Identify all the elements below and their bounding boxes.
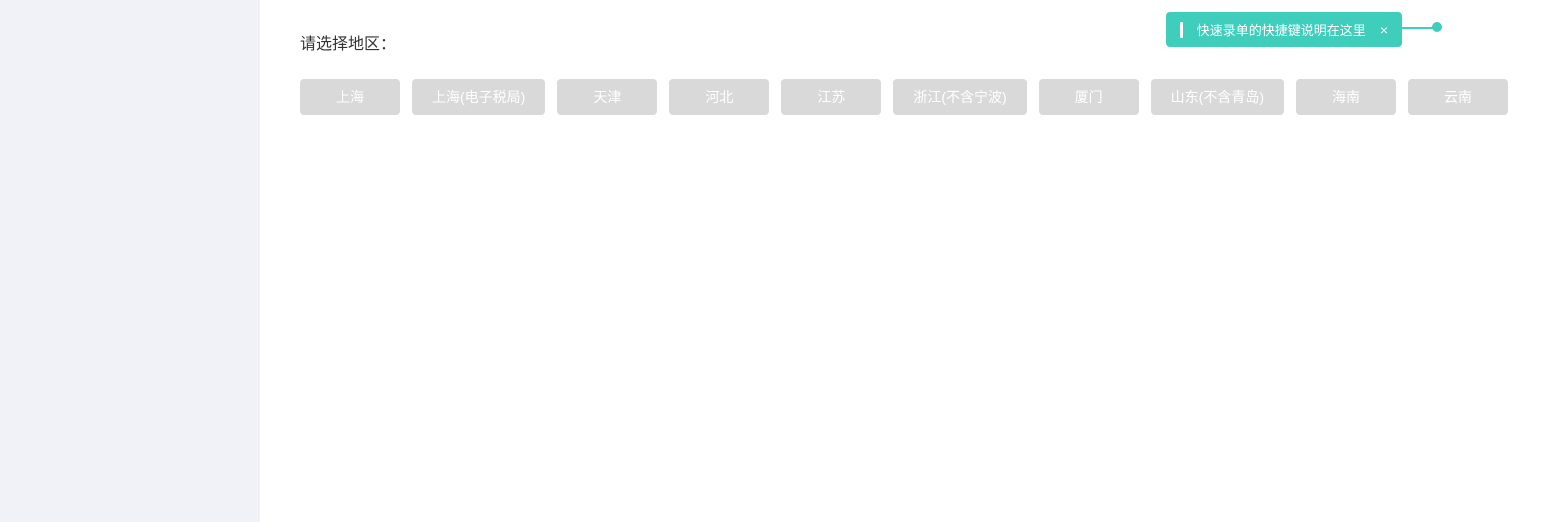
main-content: 请选择地区： 上海上海(电子税局)天津河北江苏浙江(不含宁波)厦门山东(不含青岛… xyxy=(260,0,1562,522)
region-button-hainan[interactable]: 海南 xyxy=(1296,79,1396,115)
region-button-shanghai-etax[interactable]: 上海(电子税局) xyxy=(412,79,545,115)
region-button-hebei[interactable]: 河北 xyxy=(669,79,769,115)
tooltip-connector-dot xyxy=(1432,22,1442,32)
tooltip-bar: 快速录单的快捷键说明在这里 × xyxy=(1166,12,1402,47)
tooltip-close-button[interactable]: × xyxy=(1380,22,1388,38)
tooltip-text: 快速录单的快捷键说明在这里 xyxy=(1197,20,1366,39)
region-button-zhejiang[interactable]: 浙江(不含宁波) xyxy=(893,79,1026,115)
region-button-shanghai[interactable]: 上海 xyxy=(300,79,400,115)
sidebar xyxy=(0,0,260,522)
region-button-jiangsu[interactable]: 江苏 xyxy=(781,79,881,115)
region-button-yunnan[interactable]: 云南 xyxy=(1408,79,1508,115)
region-buttons: 上海上海(电子税局) 天津河北江苏浙江(不含宁波) 厦门山东(不含青岛) 海南云南 xyxy=(300,79,1522,115)
region-button-shandong[interactable]: 山东(不含青岛) xyxy=(1151,79,1284,115)
region-button-xiamen[interactable]: 厦门 xyxy=(1039,79,1139,115)
region-button-tianjin[interactable]: 天津 xyxy=(557,79,657,115)
